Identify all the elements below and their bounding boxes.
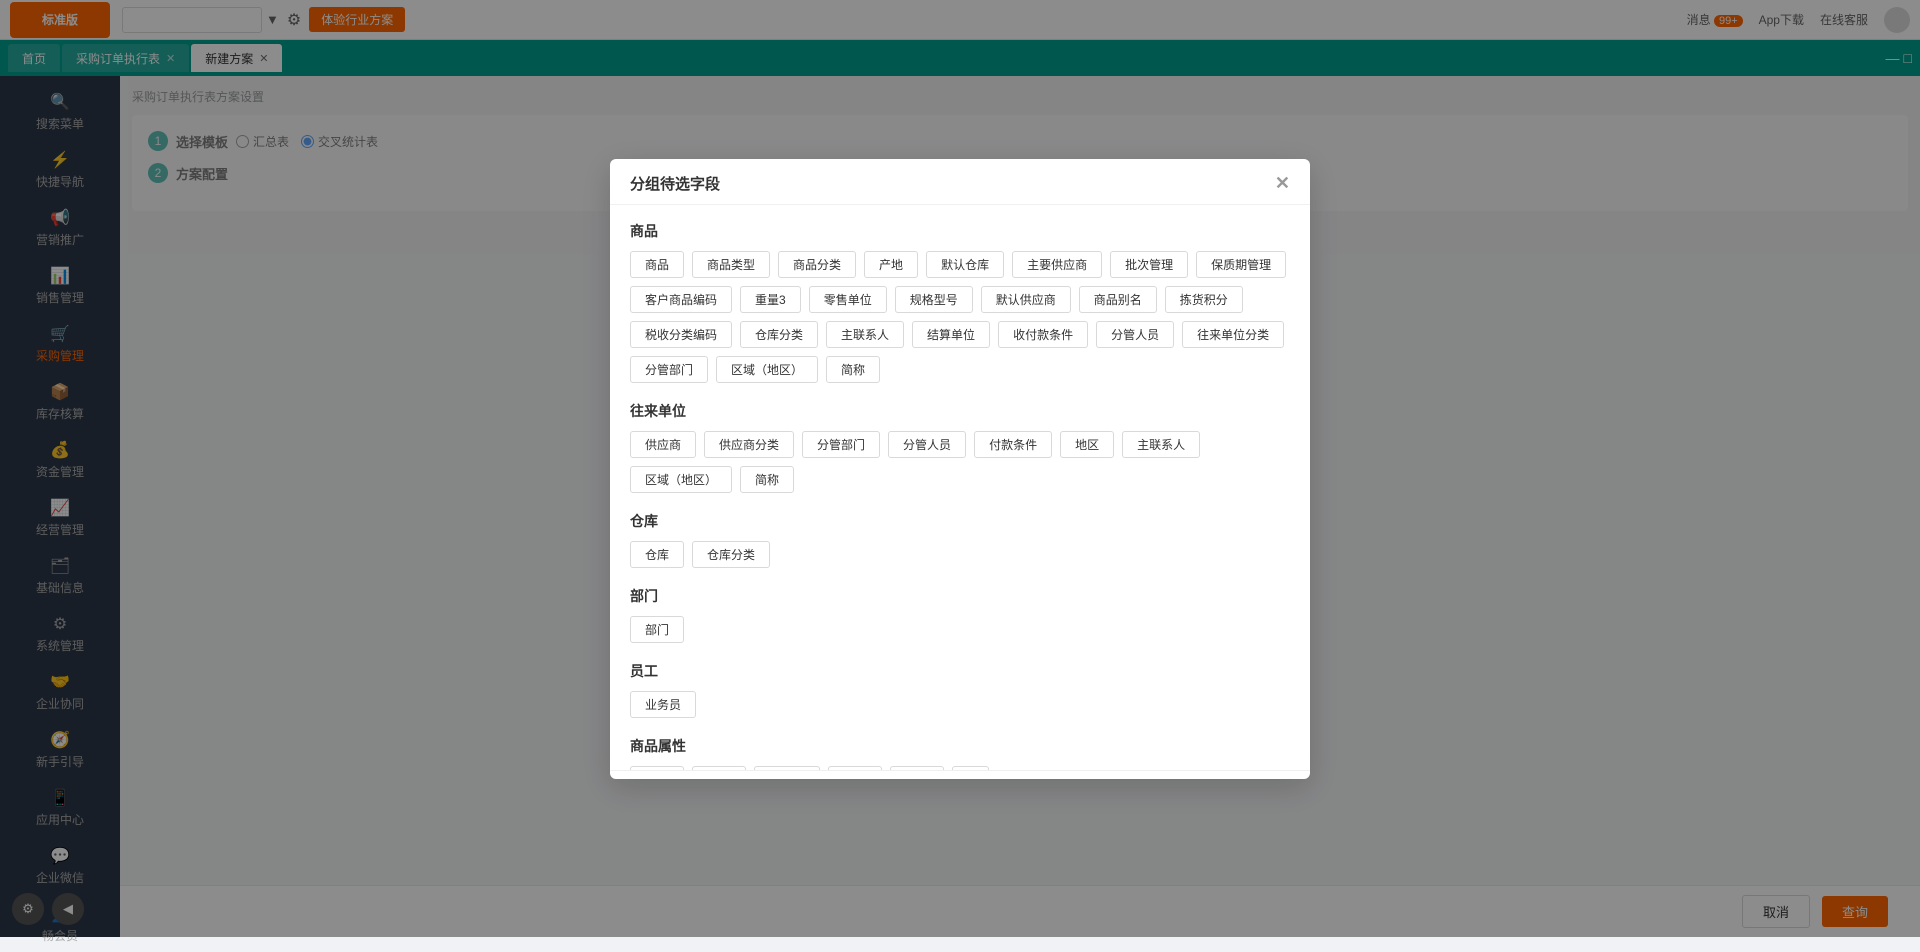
chip-default-warehouse[interactable]: 默认仓库 <box>926 251 1004 278</box>
chip-salesman[interactable]: 业务员 <box>630 691 696 718</box>
chip-weight3[interactable]: 重量3 <box>740 286 801 313</box>
group-product: 商品 商品 商品类型 商品分类 产地 默认仓库 主要供应商 批次管理 保质期管理… <box>630 221 1290 383</box>
chip-supplier-category[interactable]: 供应商分类 <box>704 431 794 458</box>
group-product-attr: 商品属性 属性 颜色 多规格 尺码 鞋码 1 <box>630 736 1290 770</box>
chip-product-type[interactable]: 商品类型 <box>692 251 770 278</box>
chip-main-contact[interactable]: 主联系人 <box>826 321 904 348</box>
chip-short-name2[interactable]: 简称 <box>740 466 794 493</box>
modal-overlay: 分组待选字段 ✕ 商品 商品 商品类型 商品分类 产地 默认仓库 主要供应商 批… <box>0 0 1920 937</box>
chip-supplier[interactable]: 供应商 <box>630 431 696 458</box>
modal-hscroll[interactable] <box>610 770 1310 779</box>
chip-warehouse-category[interactable]: 仓库分类 <box>740 321 818 348</box>
chip-dept-managed[interactable]: 分管部门 <box>802 431 880 458</box>
chip-main-supplier[interactable]: 主要供应商 <box>1012 251 1102 278</box>
group-product-attr-title: 商品属性 <box>630 736 1290 756</box>
chip-quality-mgmt[interactable]: 保质期管理 <box>1196 251 1286 278</box>
modal-title: 分组待选字段 <box>630 173 720 194</box>
group-counterpart: 往来单位 供应商 供应商分类 分管部门 分管人员 付款条件 地区 主联系人 区域… <box>630 401 1290 493</box>
chip-manager[interactable]: 分管人员 <box>1096 321 1174 348</box>
chip-product[interactable]: 商品 <box>630 251 684 278</box>
chip-main-contact2[interactable]: 主联系人 <box>1122 431 1200 458</box>
modal-dialog: 分组待选字段 ✕ 商品 商品 商品类型 商品分类 产地 默认仓库 主要供应商 批… <box>610 159 1310 779</box>
group-warehouse-title: 仓库 <box>630 511 1290 531</box>
chip-product-alias[interactable]: 商品别名 <box>1079 286 1157 313</box>
chip-region[interactable]: 区域（地区） <box>716 356 818 383</box>
group-counterpart-title: 往来单位 <box>630 401 1290 421</box>
chip-customer-code[interactable]: 客户商品编码 <box>630 286 732 313</box>
chip-settle-unit[interactable]: 结算单位 <box>912 321 990 348</box>
chip-retail-unit[interactable]: 零售单位 <box>809 286 887 313</box>
group-warehouse: 仓库 仓库 仓库分类 <box>630 511 1290 568</box>
chip-counterpart-category[interactable]: 往来单位分类 <box>1182 321 1284 348</box>
chip-managed-staff[interactable]: 分管人员 <box>888 431 966 458</box>
chip-payment-terms[interactable]: 付款条件 <box>974 431 1052 458</box>
chip-spec-model[interactable]: 规格型号 <box>895 286 973 313</box>
group-dept: 部门 部门 <box>630 586 1290 643</box>
chip-dept-mgmt[interactable]: 分管部门 <box>630 356 708 383</box>
group-product-title: 商品 <box>630 221 1290 241</box>
group-dept-chips: 部门 <box>630 616 1290 643</box>
group-dept-title: 部门 <box>630 586 1290 606</box>
modal-header: 分组待选字段 ✕ <box>610 159 1310 205</box>
chip-pick-points[interactable]: 拣货积分 <box>1165 286 1243 313</box>
chip-product-category[interactable]: 商品分类 <box>778 251 856 278</box>
chip-warehouse[interactable]: 仓库 <box>630 541 684 568</box>
group-warehouse-chips: 仓库 仓库分类 <box>630 541 1290 568</box>
group-employee: 员工 业务员 <box>630 661 1290 718</box>
chip-tax-code[interactable]: 税收分类编码 <box>630 321 732 348</box>
chip-default-supplier[interactable]: 默认供应商 <box>981 286 1071 313</box>
chip-warehouse-type[interactable]: 仓库分类 <box>692 541 770 568</box>
chip-short-name[interactable]: 简称 <box>826 356 880 383</box>
chip-area[interactable]: 地区 <box>1060 431 1114 458</box>
modal-body: 商品 商品 商品类型 商品分类 产地 默认仓库 主要供应商 批次管理 保质期管理… <box>610 205 1310 770</box>
chip-payment-condition[interactable]: 收付款条件 <box>998 321 1088 348</box>
chip-origin[interactable]: 产地 <box>864 251 918 278</box>
chip-dept[interactable]: 部门 <box>630 616 684 643</box>
modal-close-button[interactable]: ✕ <box>1275 173 1290 194</box>
group-employee-title: 员工 <box>630 661 1290 681</box>
group-counterpart-chips: 供应商 供应商分类 分管部门 分管人员 付款条件 地区 主联系人 区域（地区） … <box>630 431 1290 493</box>
group-employee-chips: 业务员 <box>630 691 1290 718</box>
chip-batch-mgmt[interactable]: 批次管理 <box>1110 251 1188 278</box>
chip-region2[interactable]: 区域（地区） <box>630 466 732 493</box>
group-product-chips: 商品 商品类型 商品分类 产地 默认仓库 主要供应商 批次管理 保质期管理 客户… <box>630 251 1290 383</box>
